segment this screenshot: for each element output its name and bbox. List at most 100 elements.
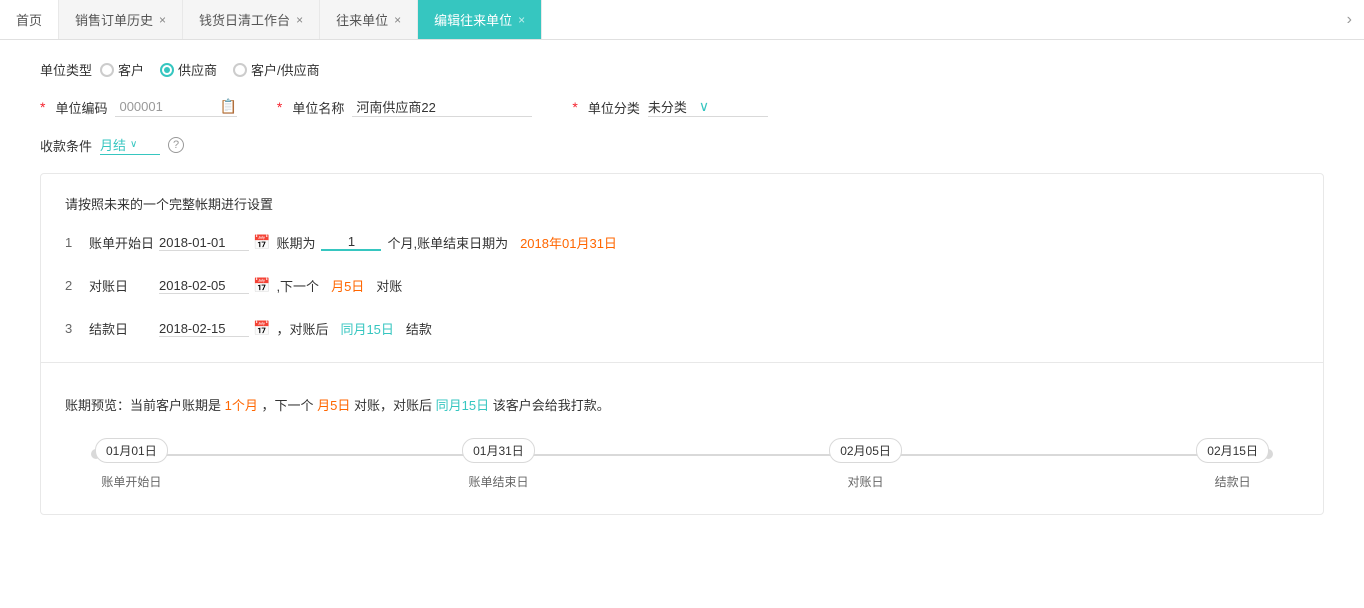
radio-customer-label: 客户 xyxy=(118,60,144,79)
unit-code-input-wrap: 📋 xyxy=(115,97,236,117)
unit-category-label: 单位分类 xyxy=(588,98,640,117)
setting-num-2: 2 xyxy=(65,278,89,293)
calendar-icon-3[interactable]: 📅 xyxy=(253,320,270,337)
timeline-nodes: 01月01日 账单开始日 01月31日 账单结束日 02月05日 对账日 02月… xyxy=(95,438,1269,490)
radio-supplier-label: 供应商 xyxy=(178,60,217,79)
preview-part1: 1个月 xyxy=(225,398,258,413)
tab-bar: 首页 销售订单历史 × 钱货日清工作台 × 往来单位 × 编辑往来单位 × › xyxy=(0,0,1364,40)
setting-label-2: 对账日 xyxy=(89,276,159,295)
suffix-after-1: 个月,账单结束日期为 xyxy=(387,233,508,252)
payment-value: 月结 xyxy=(100,135,126,154)
tab-home-label: 首页 xyxy=(16,10,42,29)
timeline-label-3: 结款日 xyxy=(1215,473,1251,490)
timeline-label-0: 账单开始日 xyxy=(101,473,161,490)
payment-label: 收款条件 xyxy=(40,136,92,155)
unit-category-value: 未分类 xyxy=(648,97,687,116)
radio-both-label: 客户/供应商 xyxy=(251,60,320,79)
tab-sales-history[interactable]: 销售订单历史 × xyxy=(59,0,183,39)
unit-name-required: * xyxy=(277,99,282,115)
preview-text: 账期预览：当前客户账期是 1个月 ，下一个 月5日 对账，对账后 同月15日 该… xyxy=(65,395,1299,414)
preview-part2-prefix: ，下一个 xyxy=(262,398,314,413)
tab-cash-work[interactable]: 钱货日清工作台 × xyxy=(183,0,320,39)
suffix-before-2: ,下一个 xyxy=(276,276,319,295)
preview-part2-highlight: 月5日 xyxy=(317,398,350,413)
unit-code-group: * 单位编码 📋 xyxy=(40,97,237,117)
panel-divider xyxy=(41,362,1323,363)
radio-both-circle xyxy=(233,63,247,77)
row3-highlight: 同月15日 xyxy=(340,319,393,338)
unit-type-group: 单位类型 客户 供应商 客户/供应商 xyxy=(40,60,320,79)
suffix-after-3: 结款 xyxy=(406,319,432,338)
date-input-3[interactable] xyxy=(159,321,249,337)
timeline-label-1: 账单结束日 xyxy=(468,473,528,490)
unit-name-label: 单位名称 xyxy=(292,98,344,117)
form-row-unit-type: 单位类型 客户 供应商 客户/供应商 xyxy=(40,60,1324,79)
unit-category-required: * xyxy=(572,99,577,115)
unit-type-label: 单位类型 xyxy=(40,60,92,79)
period-end-date: 2018年01月31日 xyxy=(520,233,617,252)
timeline-badge-2: 02月05日 xyxy=(829,438,902,463)
form-row-payment: 收款条件 月结 ∨ ? xyxy=(40,135,1324,155)
date-input-1[interactable] xyxy=(159,235,249,251)
date-wrap-3: 📅 xyxy=(159,320,270,337)
setting-row-1: 1 账单开始日 📅 账期为 个月,账单结束日期为 2018年01月31日 xyxy=(65,233,1299,252)
tab-cash-work-close[interactable]: × xyxy=(296,13,303,27)
timeline-node-0: 01月01日 账单开始日 xyxy=(95,438,168,490)
payment-group: 收款条件 月结 ∨ ? xyxy=(40,135,184,155)
setting-row-2: 2 对账日 📅 ,下一个 月5日 对账 xyxy=(65,276,1299,295)
setting-label-1: 账单开始日 xyxy=(89,233,159,252)
unit-code-input[interactable] xyxy=(115,97,215,116)
suffix-before-3: ，对账后 xyxy=(276,319,328,338)
panel-instruction: 请按照未来的一个完整帐期进行设置 xyxy=(65,194,1299,213)
tab-unit-list-label: 往来单位 xyxy=(336,10,388,29)
page-content: 单位类型 客户 供应商 客户/供应商 * 单位编码 xyxy=(0,40,1364,608)
radio-supplier[interactable]: 供应商 xyxy=(160,60,217,79)
tab-expand-button[interactable]: › xyxy=(1335,0,1364,39)
timeline-node-1: 01月31日 账单结束日 xyxy=(462,438,535,490)
setting-row-3: 3 结款日 📅 ，对账后 同月15日 结款 xyxy=(65,319,1299,338)
unit-code-icon[interactable]: 📋 xyxy=(219,98,236,115)
radio-customer[interactable]: 客户 xyxy=(100,60,144,79)
unit-code-label: 单位编码 xyxy=(55,98,107,117)
radio-both[interactable]: 客户/供应商 xyxy=(233,60,320,79)
preview-part3: 对账，对账后 xyxy=(354,398,432,413)
tab-edit-unit-close[interactable]: × xyxy=(518,13,525,27)
date-wrap-2: 📅 xyxy=(159,277,270,294)
tab-edit-unit[interactable]: 编辑往来单位 × xyxy=(418,0,542,39)
unit-code-required: * xyxy=(40,99,45,115)
calendar-icon-1[interactable]: 📅 xyxy=(253,234,270,251)
radio-customer-circle xyxy=(100,63,114,77)
unit-category-group: * 单位分类 未分类 ∨ xyxy=(572,97,767,117)
timeline-node-2: 02月05日 对账日 xyxy=(829,438,902,490)
unit-category-select[interactable]: 未分类 ∨ xyxy=(648,97,768,117)
setting-num-1: 1 xyxy=(65,235,89,250)
timeline-badge-1: 01月31日 xyxy=(462,438,535,463)
date-wrap-1: 📅 xyxy=(159,234,270,251)
unit-name-input[interactable] xyxy=(352,97,532,117)
panel-box: 请按照未来的一个完整帐期进行设置 1 账单开始日 📅 账期为 个月,账单结束日期… xyxy=(40,173,1324,515)
tab-unit-list-close[interactable]: × xyxy=(394,13,401,27)
row2-highlight: 月5日 xyxy=(331,276,364,295)
setting-num-3: 3 xyxy=(65,321,89,336)
preview-section: 账期预览：当前客户账期是 1个月 ，下一个 月5日 对账，对账后 同月15日 该… xyxy=(65,379,1299,490)
tab-sales-history-close[interactable]: × xyxy=(159,13,166,27)
tab-unit-list[interactable]: 往来单位 × xyxy=(320,0,418,39)
payment-help-icon[interactable]: ? xyxy=(168,137,184,153)
suffix-before-1: 账期为 xyxy=(276,233,315,252)
timeline-badge-0: 01月01日 xyxy=(95,438,168,463)
period-input[interactable] xyxy=(321,234,381,251)
radio-supplier-circle xyxy=(160,63,174,77)
radio-group-unit-type: 客户 供应商 客户/供应商 xyxy=(100,60,320,79)
form-row-unit-info: * 单位编码 📋 * 单位名称 * 单位分类 未分类 ∨ xyxy=(40,97,1324,117)
tab-sales-history-label: 销售订单历史 xyxy=(75,10,153,29)
payment-select[interactable]: 月结 ∨ xyxy=(100,135,160,155)
timeline-badge-3: 02月15日 xyxy=(1196,438,1269,463)
timeline-container: 01月01日 账单开始日 01月31日 账单结束日 02月05日 对账日 02月… xyxy=(65,438,1299,490)
date-input-2[interactable] xyxy=(159,278,249,294)
payment-chevron-icon: ∨ xyxy=(130,139,137,150)
tab-home[interactable]: 首页 xyxy=(0,0,59,39)
tab-edit-unit-label: 编辑往来单位 xyxy=(434,10,512,29)
timeline-node-3: 02月15日 结款日 xyxy=(1196,438,1269,490)
calendar-icon-2[interactable]: 📅 xyxy=(253,277,270,294)
preview-label: 账期预览：当前客户账期是 xyxy=(65,398,221,413)
